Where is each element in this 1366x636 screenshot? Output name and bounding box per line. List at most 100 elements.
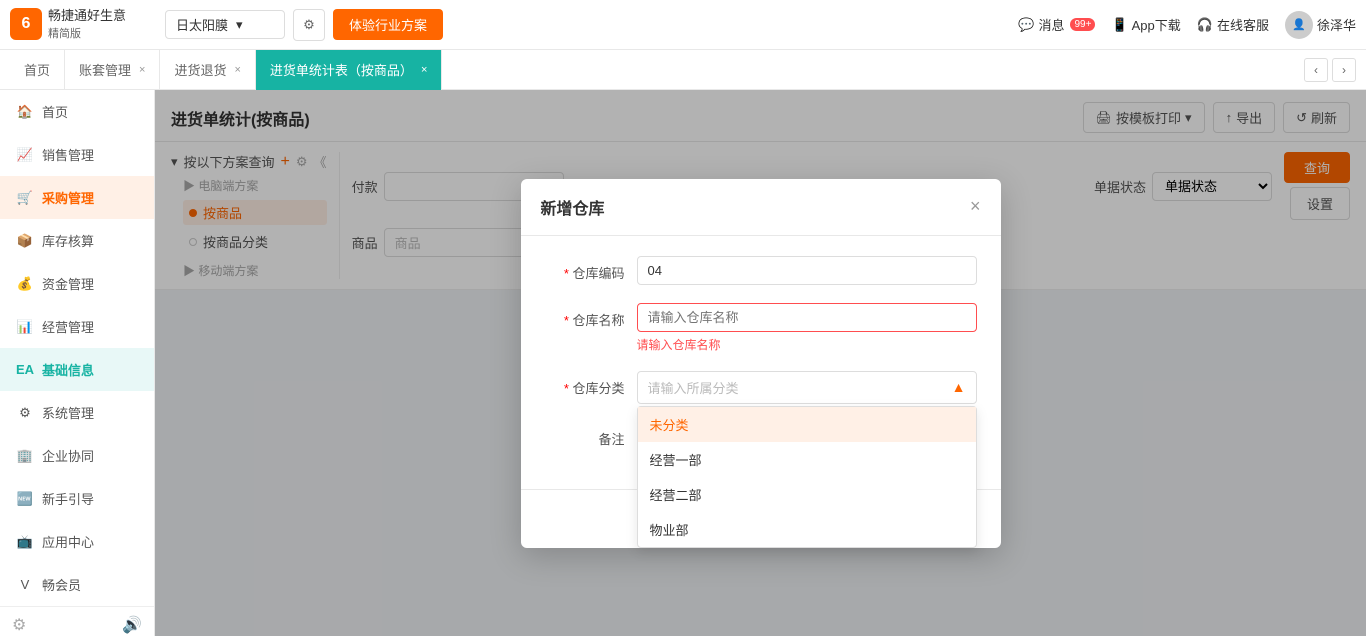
warehouse-category-row: 仓库分类 请输入所属分类 ▲ 未分类 bbox=[545, 371, 977, 404]
sidebar-item-guide[interactable]: 🆕 新手引导 bbox=[0, 477, 154, 520]
online-service-label: 在线客服 bbox=[1217, 15, 1269, 34]
sidebar-label-basic: 基础信息 bbox=[42, 360, 94, 379]
dropdown-item-2[interactable]: 经营二部 bbox=[638, 477, 976, 512]
sidebar-label-vip: 畅会员 bbox=[42, 575, 81, 594]
store-name: 日太阳膜 bbox=[176, 15, 228, 34]
home-icon: 🏠 bbox=[16, 103, 34, 121]
sidebar-item-vip[interactable]: V 畅会员 bbox=[0, 563, 154, 606]
modal-header: 新增仓库 × bbox=[521, 179, 1001, 236]
modal-title: 新增仓库 bbox=[541, 195, 605, 219]
new-warehouse-modal: 新增仓库 × 仓库编码 bbox=[521, 179, 1001, 548]
messages-badge: 99+ bbox=[1070, 18, 1095, 31]
header-middle: 日太阳膜 ▾ ⚙ 体验行业方案 bbox=[165, 9, 1018, 41]
tab-purchase-stats-label: 进货单统计表（按商品） bbox=[270, 60, 413, 79]
name-label: 仓库名称 bbox=[545, 303, 625, 329]
trial-button[interactable]: 体验行业方案 bbox=[333, 9, 443, 40]
sidebar-label-system: 系统管理 bbox=[42, 403, 94, 422]
system-icon: ⚙ bbox=[16, 404, 34, 422]
sidebar-label-finance: 资金管理 bbox=[42, 274, 94, 293]
chevron-up-icon: ▲ bbox=[952, 379, 966, 395]
tab-purchase-return-label: 进货退货 bbox=[174, 60, 226, 79]
app-download-item[interactable]: 📱 App下载 bbox=[1111, 15, 1180, 34]
header-right: 💬 消息 99+ 📱 App下载 🎧 在线客服 👤 徐泽华 bbox=[1018, 11, 1356, 39]
sales-icon: 📈 bbox=[16, 146, 34, 164]
modal-overlay: 新增仓库 × 仓库编码 bbox=[155, 90, 1366, 636]
sidebar-item-home[interactable]: 🏠 首页 bbox=[0, 90, 154, 133]
sidebar-label-enterprise: 企业协同 bbox=[42, 446, 94, 465]
app-download-label: App下载 bbox=[1132, 15, 1181, 34]
tab-account-label: 账套管理 bbox=[79, 60, 131, 79]
tab-next-btn[interactable]: › bbox=[1332, 58, 1356, 82]
chevron-down-icon: ▾ bbox=[236, 17, 243, 33]
dropdown-item-1[interactable]: 经营一部 bbox=[638, 442, 976, 477]
vip-icon: V bbox=[16, 576, 34, 594]
guide-icon: 🆕 bbox=[16, 490, 34, 508]
category-placeholder: 请输入所属分类 bbox=[648, 378, 739, 397]
tab-home-label: 首页 bbox=[24, 60, 50, 79]
sidebar-item-basic[interactable]: EA 基础信息 bbox=[0, 348, 154, 391]
user-avatar: 👤 bbox=[1285, 11, 1313, 39]
finance-icon: 💰 bbox=[16, 275, 34, 293]
sidebar-label-inventory: 库存核算 bbox=[42, 231, 94, 250]
app-center-icon: 📺 bbox=[16, 533, 34, 551]
warehouse-code-row: 仓库编码 bbox=[545, 256, 977, 285]
enterprise-icon: 🏢 bbox=[16, 447, 34, 465]
modal-body: 仓库编码 仓库名称 请输入仓库名称 bbox=[521, 236, 1001, 489]
sidebar-item-inventory[interactable]: 📦 库存核算 bbox=[0, 219, 154, 262]
sidebar-audio-icon[interactable]: 🔊 bbox=[122, 615, 142, 635]
sidebar-label-operation: 经营管理 bbox=[42, 317, 94, 336]
sidebar-settings-icon[interactable]: ⚙ bbox=[12, 615, 26, 635]
sidebar-item-sales[interactable]: 📈 销售管理 bbox=[0, 133, 154, 176]
sidebar-item-finance[interactable]: 💰 资金管理 bbox=[0, 262, 154, 305]
tab-prev-btn[interactable]: ‹ bbox=[1304, 58, 1328, 82]
category-dropdown-list: 未分类 经营一部 经营二部 物业部 bbox=[637, 406, 977, 548]
sidebar-item-app[interactable]: 📺 应用中心 bbox=[0, 520, 154, 563]
inventory-icon: 📦 bbox=[16, 232, 34, 250]
tab-home[interactable]: 首页 bbox=[10, 50, 65, 90]
tab-purchase-return[interactable]: 进货退货 × bbox=[160, 50, 255, 90]
category-label: 仓库分类 bbox=[545, 371, 625, 397]
app-edition: 精简版 bbox=[48, 25, 126, 41]
warehouse-name-input[interactable] bbox=[637, 303, 977, 332]
sidebar-item-purchase[interactable]: 🛒 采购管理 bbox=[0, 176, 154, 219]
tab-actions: ‹ › bbox=[1304, 58, 1366, 82]
code-label: 仓库编码 bbox=[545, 256, 625, 282]
tab-purchase-stats[interactable]: 进货单统计表（按商品） × bbox=[256, 50, 442, 90]
sidebar-label-sales: 销售管理 bbox=[42, 145, 94, 164]
online-service-item[interactable]: 🎧 在线客服 bbox=[1197, 15, 1269, 34]
warehouse-code-input[interactable] bbox=[637, 256, 977, 285]
notes-label: 备注 bbox=[545, 422, 625, 448]
name-error-text: 请输入仓库名称 bbox=[637, 336, 977, 353]
sidebar-label-home: 首页 bbox=[42, 102, 68, 121]
category-dropdown-trigger[interactable]: 请输入所属分类 ▲ bbox=[637, 371, 977, 404]
main-layout: 🏠 首页 📈 销售管理 🛒 采购管理 📦 库存核算 💰 资金管理 📊 经营管理 … bbox=[0, 90, 1366, 636]
content-area: 进货单统计(按商品) 🖨 按模板打印 ▾ ↑ 导出 ↺ 刷新 bbox=[155, 90, 1366, 636]
tab-purchase-stats-close[interactable]: × bbox=[421, 64, 427, 76]
message-icon: 💬 bbox=[1018, 17, 1034, 33]
store-selector[interactable]: 日太阳膜 ▾ bbox=[165, 10, 285, 39]
dropdown-item-3[interactable]: 物业部 bbox=[638, 512, 976, 547]
modal-close-button[interactable]: × bbox=[970, 196, 981, 217]
logo-area: 6 畅捷通好生意 精简版 bbox=[10, 8, 165, 41]
tab-account-close[interactable]: × bbox=[139, 64, 145, 76]
sidebar-item-operation[interactable]: 📊 经营管理 bbox=[0, 305, 154, 348]
code-field bbox=[637, 256, 977, 285]
dropdown-item-0[interactable]: 未分类 bbox=[638, 407, 976, 442]
messages-item[interactable]: 💬 消息 99+ bbox=[1018, 15, 1095, 34]
user-menu[interactable]: 👤 徐泽华 bbox=[1285, 11, 1356, 39]
headset-icon: 🎧 bbox=[1197, 17, 1213, 33]
sidebar: 🏠 首页 📈 销售管理 🛒 采购管理 📦 库存核算 💰 资金管理 📊 经营管理 … bbox=[0, 90, 155, 636]
tab-account[interactable]: 账套管理 × bbox=[65, 50, 160, 90]
warehouse-name-row: 仓库名称 请输入仓库名称 bbox=[545, 303, 977, 353]
phone-icon: 📱 bbox=[1111, 17, 1127, 33]
logo-text-block: 畅捷通好生意 精简版 bbox=[48, 8, 126, 41]
gear-button[interactable]: ⚙ bbox=[293, 9, 325, 41]
name-field: 请输入仓库名称 bbox=[637, 303, 977, 353]
purchase-icon: 🛒 bbox=[16, 189, 34, 207]
app-logo-icon: 6 bbox=[10, 8, 42, 40]
tab-purchase-return-close[interactable]: × bbox=[234, 64, 240, 76]
category-field: 请输入所属分类 ▲ 未分类 经营一部 bbox=[637, 371, 977, 404]
app-name: 畅捷通好生意 bbox=[48, 8, 126, 25]
sidebar-item-system[interactable]: ⚙ 系统管理 bbox=[0, 391, 154, 434]
sidebar-item-enterprise[interactable]: 🏢 企业协同 bbox=[0, 434, 154, 477]
